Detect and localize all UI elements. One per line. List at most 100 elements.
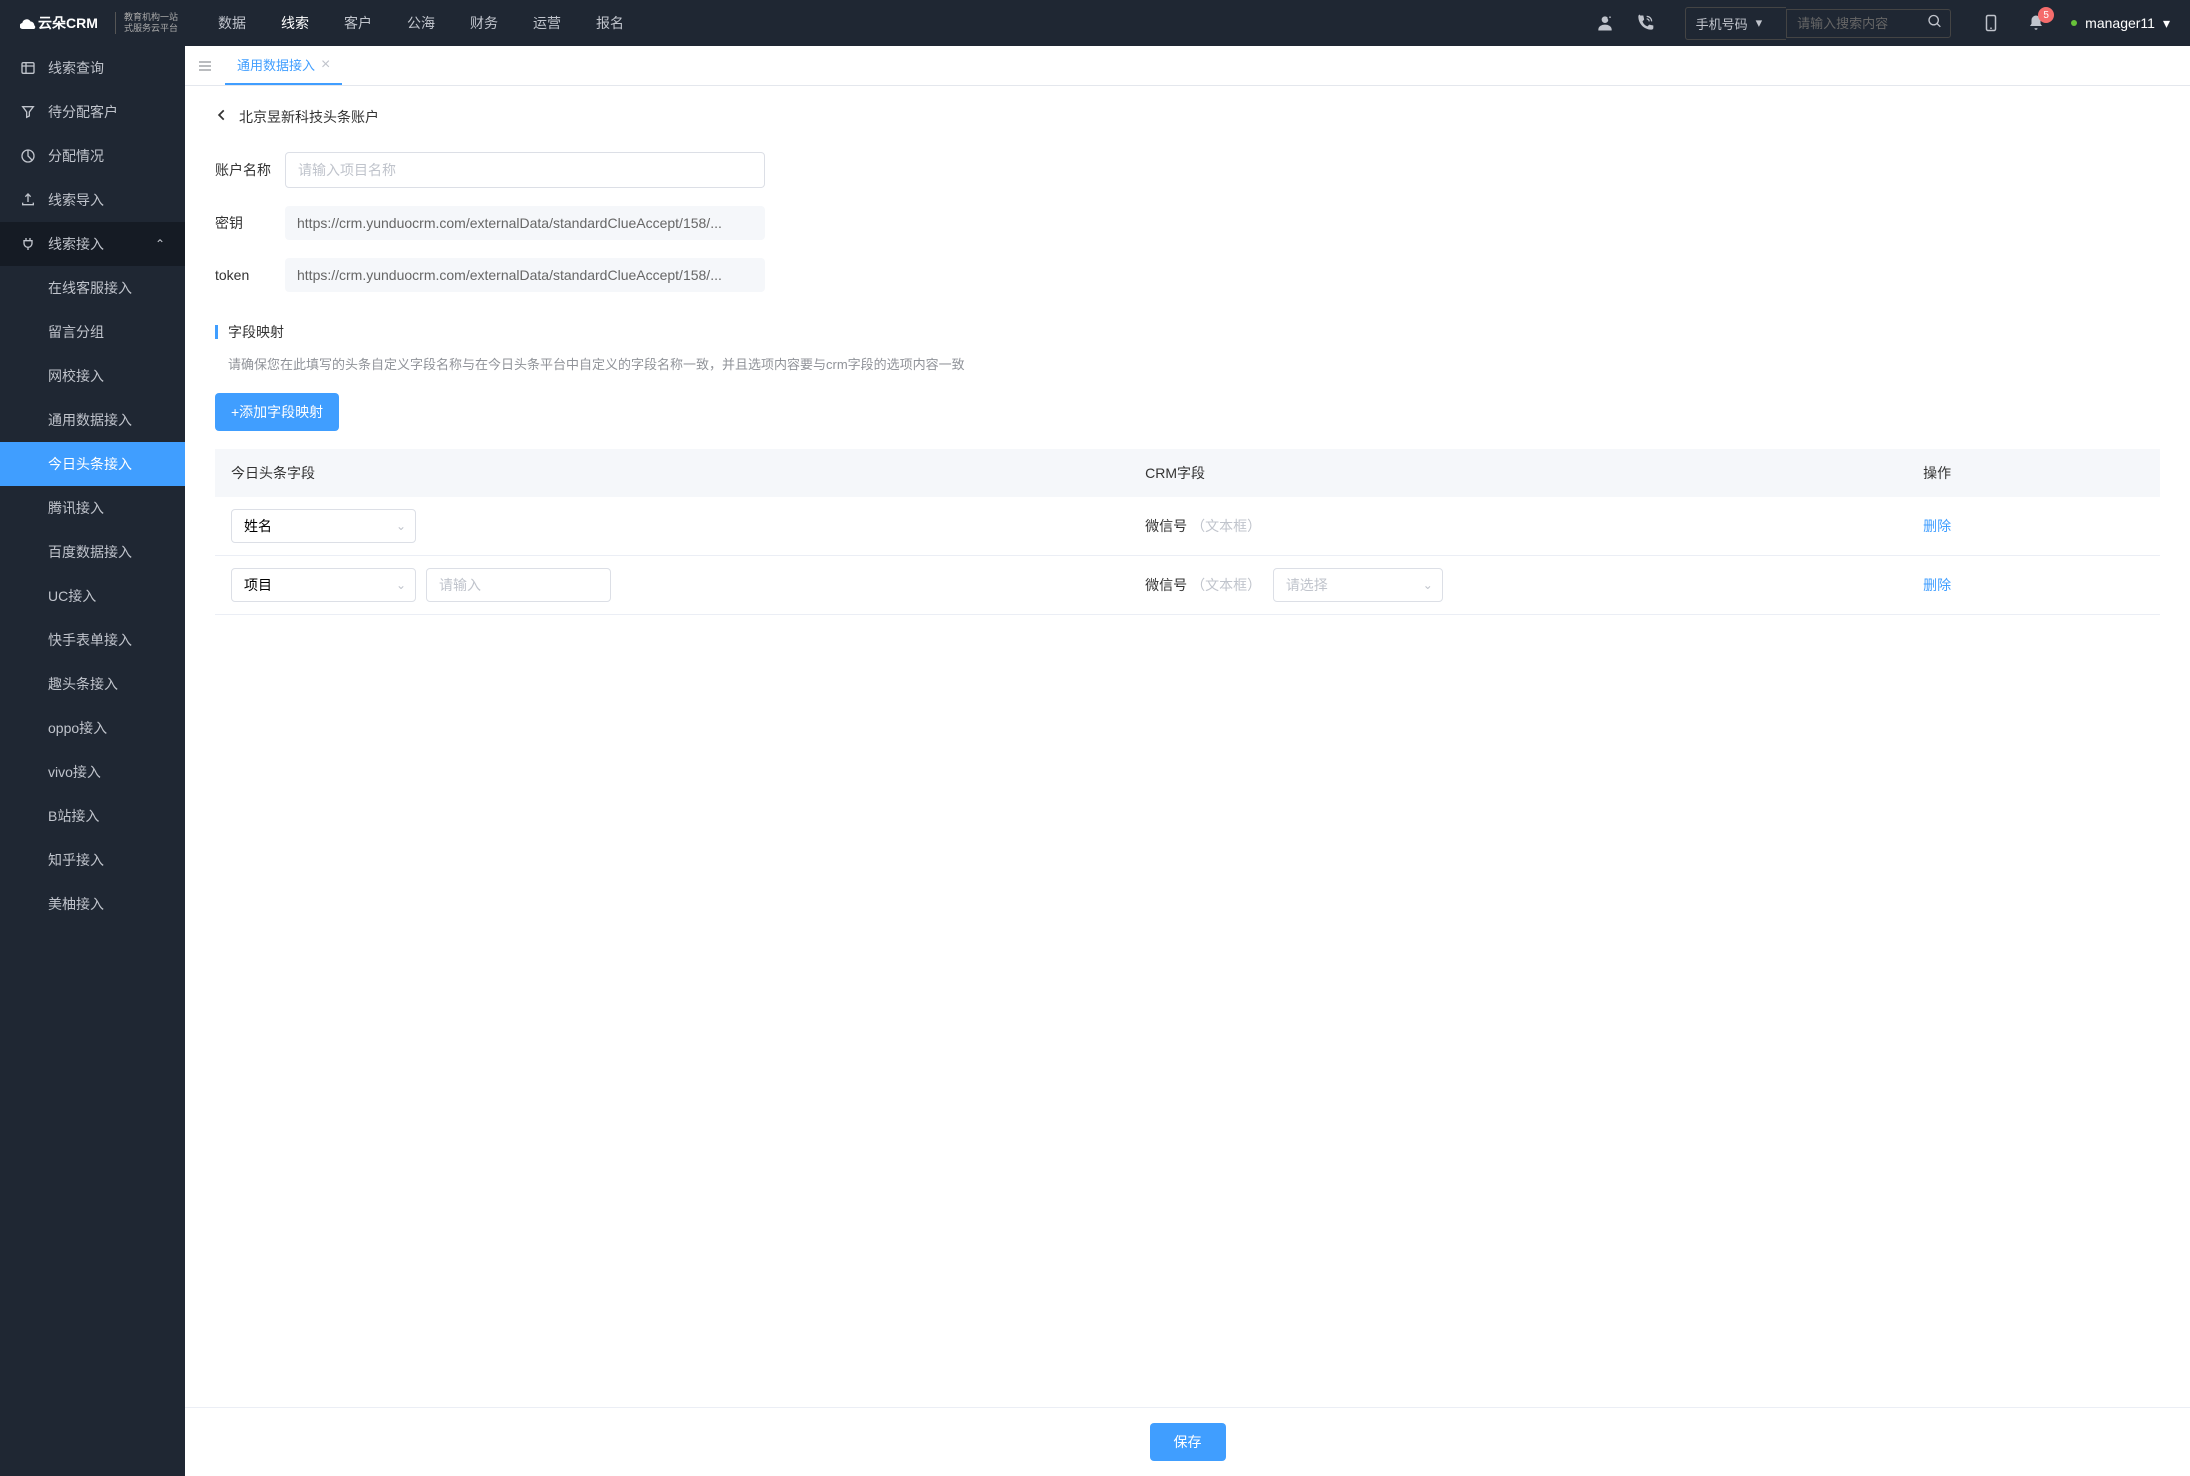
sidebar-item-label: vivo接入 bbox=[48, 762, 101, 782]
chevron-down-icon: ▾ bbox=[2163, 15, 2170, 32]
nav-item[interactable]: 运营 bbox=[533, 13, 561, 33]
sidebar-item[interactable]: oppo接入 bbox=[0, 706, 185, 750]
sidebar-item-label: 线索导入 bbox=[48, 190, 104, 210]
delete-link[interactable]: 删除 bbox=[1923, 518, 1951, 534]
logo: 云朵CRM 教育机构一站 式服务云平台 bbox=[20, 10, 178, 36]
sidebar-item[interactable]: 分配情况 bbox=[0, 134, 185, 178]
nav-item[interactable]: 客户 bbox=[344, 13, 372, 33]
sidebar-item-label: 通用数据接入 bbox=[48, 410, 132, 430]
sidebar-item-label: 待分配客户 bbox=[48, 102, 118, 122]
sidebar-item[interactable]: vivo接入 bbox=[0, 750, 185, 794]
pie-icon bbox=[20, 148, 36, 164]
sidebar-item-label: 留言分组 bbox=[48, 322, 104, 342]
user-menu[interactable]: manager11 ▾ bbox=[2071, 15, 2170, 32]
mapping-description: 请确保您在此填写的头条自定义字段名称与在今日头条平台中自定义的字段名称一致，并且… bbox=[215, 354, 2160, 373]
table-header-tt-field: 今日头条字段 bbox=[215, 449, 1129, 497]
nav-item[interactable]: 线索 bbox=[281, 13, 309, 33]
sidebar-item[interactable]: 待分配客户 bbox=[0, 90, 185, 134]
mobile-icon[interactable] bbox=[1981, 13, 2001, 33]
tt-field-select[interactable]: ⌄ bbox=[231, 509, 416, 543]
phone-icon[interactable] bbox=[1635, 13, 1655, 33]
search-type-label: 手机号码 bbox=[1696, 14, 1748, 33]
sidebar-item[interactable]: 美柚接入 bbox=[0, 882, 185, 926]
sidebar-item[interactable]: 趣头条接入 bbox=[0, 662, 185, 706]
tt-field-select[interactable]: ⌄ bbox=[231, 568, 416, 602]
list-icon bbox=[20, 60, 36, 76]
user-add-icon[interactable] bbox=[1595, 13, 1615, 33]
tt-field-extra-input[interactable] bbox=[426, 568, 611, 602]
title-bar-icon bbox=[215, 325, 218, 339]
nav-items: 数据 线索 客户 公海 财务 运营 报名 bbox=[218, 13, 1565, 33]
page-content: 北京昱新科技头条账户 账户名称 密钥 token 字段映射 请确保您在此填写的头… bbox=[185, 86, 2190, 1407]
search-group: 手机号码 ▾ bbox=[1685, 7, 1952, 40]
notification-bell-icon[interactable]: 5 bbox=[2026, 13, 2046, 33]
sidebar-item[interactable]: 留言分组 bbox=[0, 310, 185, 354]
sidebar-item[interactable]: 快手表单接入 bbox=[0, 618, 185, 662]
collapse-menu-icon[interactable] bbox=[195, 56, 215, 76]
account-name-input[interactable] bbox=[285, 152, 765, 188]
table-row: ⌄微信号（文本框）删除 bbox=[215, 497, 2160, 556]
tab-item[interactable]: 通用数据接入 × bbox=[225, 46, 342, 85]
crm-field-type: （文本框） bbox=[1191, 577, 1261, 593]
sidebar-item-label: 线索查询 bbox=[48, 58, 104, 78]
sidebar-item[interactable]: UC接入 bbox=[0, 574, 185, 618]
sidebar-item-label: 腾讯接入 bbox=[48, 498, 104, 518]
search-type-select[interactable]: 手机号码 ▾ bbox=[1685, 7, 1787, 40]
crm-field-label: 微信号 bbox=[1145, 518, 1187, 534]
sidebar-item[interactable]: B站接入 bbox=[0, 794, 185, 838]
sidebar-item[interactable]: 线索查询 bbox=[0, 46, 185, 90]
logo-subtitle: 教育机构一站 式服务云平台 bbox=[115, 12, 178, 34]
crm-field-select[interactable]: ⌄ bbox=[1273, 568, 1443, 602]
sidebar-item-label: 快手表单接入 bbox=[48, 630, 132, 650]
nav-item[interactable]: 公海 bbox=[407, 13, 435, 33]
sidebar-item[interactable]: 线索导入 bbox=[0, 178, 185, 222]
sidebar-item-label: oppo接入 bbox=[48, 718, 107, 738]
sidebar-item-label: B站接入 bbox=[48, 806, 99, 826]
sidebar-item[interactable]: 百度数据接入 bbox=[0, 530, 185, 574]
sidebar-item-label: 在线客服接入 bbox=[48, 278, 132, 298]
nav-item[interactable]: 数据 bbox=[218, 13, 246, 33]
back-icon[interactable] bbox=[215, 106, 229, 127]
nav-item[interactable]: 财务 bbox=[470, 13, 498, 33]
logo-text-main: 云朵CRM bbox=[38, 13, 98, 33]
tab-bar: 通用数据接入 × bbox=[185, 46, 2190, 86]
sidebar-item[interactable]: 网校接入 bbox=[0, 354, 185, 398]
header-right: 5 manager11 ▾ bbox=[1981, 13, 2170, 33]
logo-mark: 云朵CRM bbox=[20, 10, 105, 36]
tab-label: 通用数据接入 bbox=[237, 55, 315, 74]
sidebar-item[interactable]: 今日头条接入 bbox=[0, 442, 185, 486]
sidebar-item-label: 线索接入 bbox=[48, 234, 104, 254]
table-row: ⌄微信号（文本框） ⌄删除 bbox=[215, 556, 2160, 615]
token-input[interactable] bbox=[285, 258, 765, 292]
chevron-up-icon: ⌃ bbox=[155, 237, 165, 251]
breadcrumb: 北京昱新科技头条账户 bbox=[215, 106, 2160, 127]
table-header-op: 操作 bbox=[1907, 449, 2160, 497]
main-content: 通用数据接入 × 北京昱新科技头条账户 账户名称 密钥 token bbox=[185, 46, 2190, 1476]
plug-icon bbox=[20, 236, 36, 252]
add-field-mapping-button[interactable]: +添加字段映射 bbox=[215, 393, 339, 431]
upload-icon bbox=[20, 192, 36, 208]
sidebar-item[interactable]: 知乎接入 bbox=[0, 838, 185, 882]
footer-bar: 保存 bbox=[185, 1407, 2190, 1476]
sidebar-item[interactable]: 腾讯接入 bbox=[0, 486, 185, 530]
secret-input[interactable] bbox=[285, 206, 765, 240]
sidebar-item[interactable]: 通用数据接入 bbox=[0, 398, 185, 442]
search-icon[interactable] bbox=[1927, 14, 1943, 33]
account-name-label: 账户名称 bbox=[215, 160, 285, 180]
save-button[interactable]: 保存 bbox=[1150, 1423, 1226, 1461]
page-title: 北京昱新科技头条账户 bbox=[239, 107, 379, 127]
notification-badge: 5 bbox=[2038, 7, 2054, 23]
field-mapping-table: 今日头条字段 CRM字段 操作 ⌄微信号（文本框）删除⌄微信号（文本框） ⌄删除 bbox=[215, 449, 2160, 615]
delete-link[interactable]: 删除 bbox=[1923, 577, 1951, 593]
sidebar-item-label: 趣头条接入 bbox=[48, 674, 118, 694]
sidebar-item[interactable]: 在线客服接入 bbox=[0, 266, 185, 310]
close-icon[interactable]: × bbox=[321, 56, 330, 74]
sidebar-item-label: UC接入 bbox=[48, 586, 96, 606]
top-header: 云朵CRM 教育机构一站 式服务云平台 数据 线索 客户 公海 财务 运营 报名 手机号码 … bbox=[0, 0, 2190, 46]
mapping-title-text: 字段映射 bbox=[228, 322, 284, 342]
nav-item[interactable]: 报名 bbox=[596, 13, 624, 33]
sidebar-item-label: 知乎接入 bbox=[48, 850, 104, 870]
sidebar-item-label: 今日头条接入 bbox=[48, 454, 132, 474]
chevron-down-icon: ▾ bbox=[1756, 15, 1763, 31]
sidebar-item[interactable]: 线索接入 ⌃ bbox=[0, 222, 185, 266]
